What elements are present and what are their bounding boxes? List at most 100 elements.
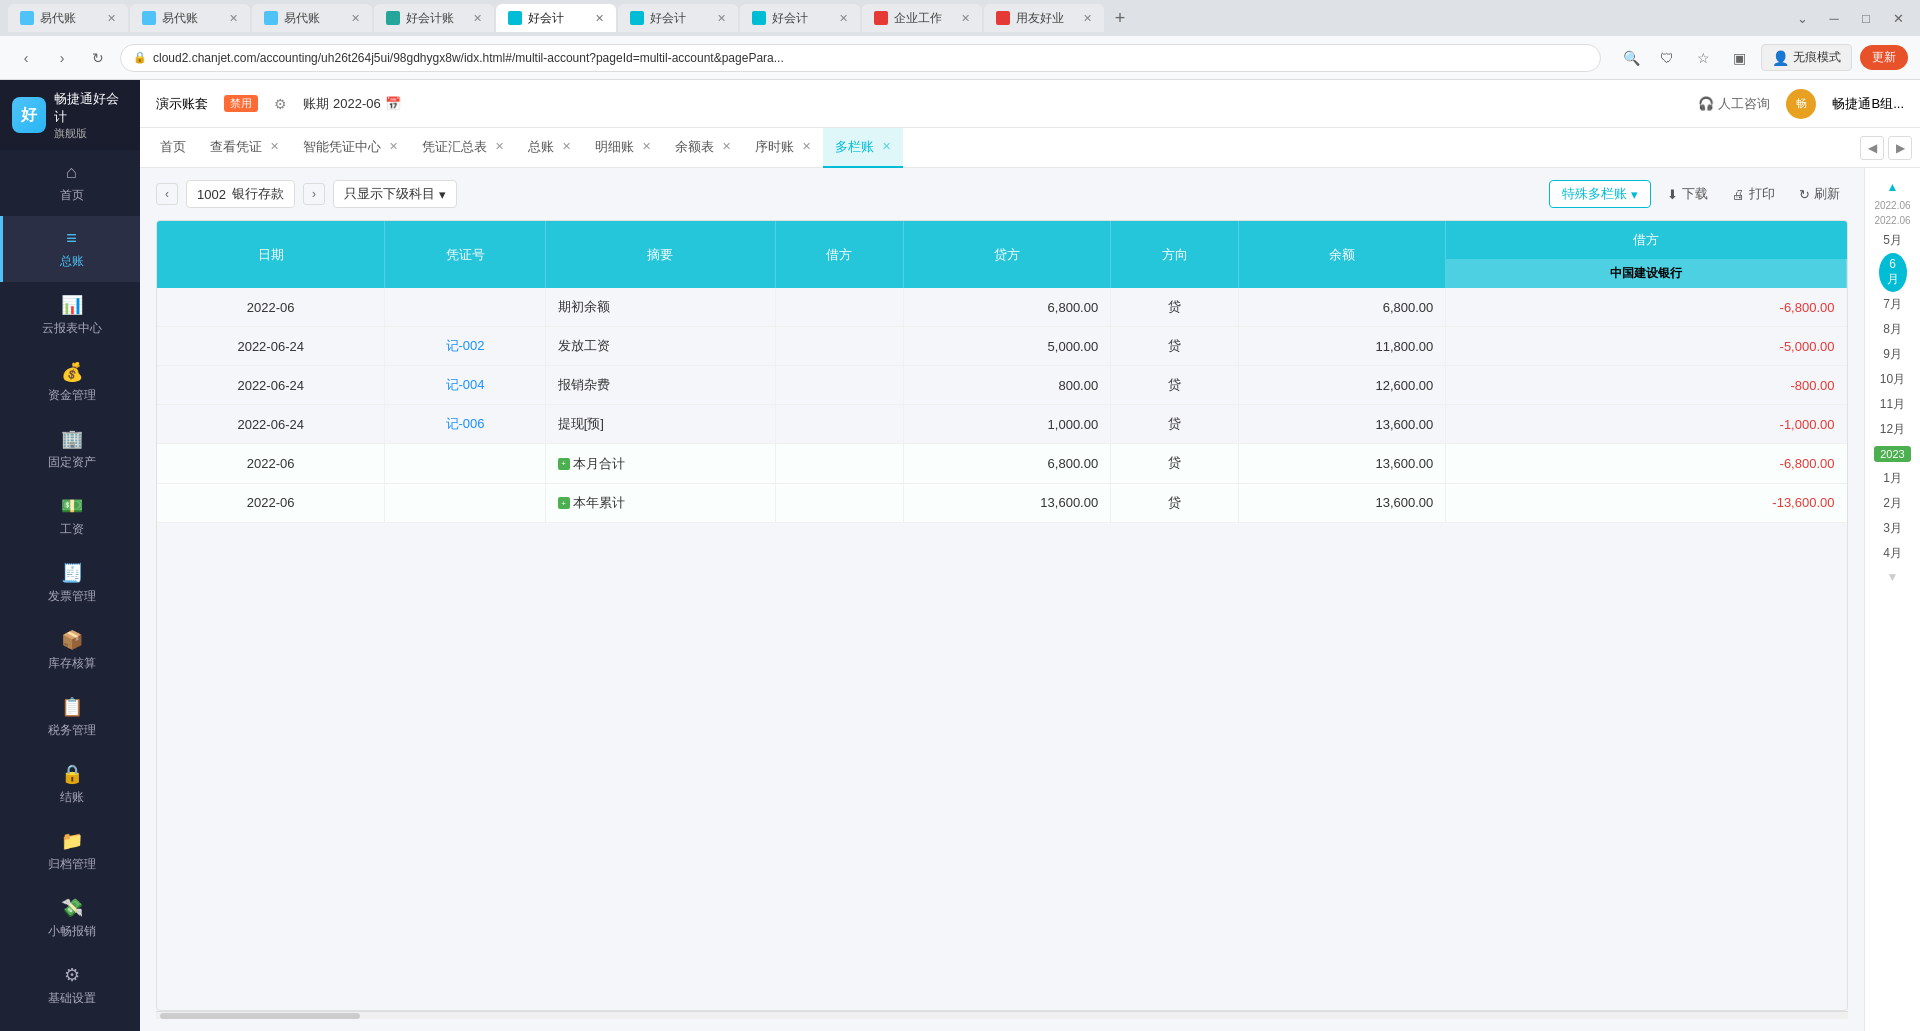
tab-close-3[interactable]: ✕	[351, 12, 360, 25]
consult-button[interactable]: 🎧 人工咨询	[1698, 95, 1770, 113]
tab-close-4[interactable]: ✕	[473, 12, 482, 25]
sidebar-item-salary[interactable]: 💵 工资	[0, 483, 140, 550]
tab-sequence-ledger[interactable]: 序时账 ✕	[743, 128, 823, 168]
timeline-month-8[interactable]: 8月	[1865, 317, 1920, 342]
tab-detail-ledger[interactable]: 明细账 ✕	[583, 128, 663, 168]
tab-general-ledger-close[interactable]: ✕	[562, 140, 571, 153]
sidebar-panel-icon[interactable]: ▣	[1725, 44, 1753, 72]
timeline-month-2023-4[interactable]: 4月	[1865, 541, 1920, 566]
sidebar-item-guide[interactable]: 🔰 新手引导	[0, 1019, 140, 1031]
tab-voucher-view[interactable]: 查看凭证 ✕	[198, 128, 291, 168]
tab-voucher-summary-close[interactable]: ✕	[495, 140, 504, 153]
browser-tab-9[interactable]: 用友好业 ✕	[984, 4, 1104, 32]
tab-balance-sheet-close[interactable]: ✕	[722, 140, 731, 153]
timeline-month-11[interactable]: 11月	[1865, 392, 1920, 417]
sidebar-item-ledger[interactable]: ≡ 总账	[0, 216, 140, 282]
account-settings-icon[interactable]: ⚙	[274, 96, 287, 112]
timeline-year-2022-top: 2022.06	[1874, 198, 1910, 213]
timeline-month-5[interactable]: 5月	[1865, 228, 1920, 253]
shield-icon[interactable]: 🛡	[1653, 44, 1681, 72]
tab-sequence-ledger-close[interactable]: ✕	[802, 140, 811, 153]
timeline-scroll-down[interactable]: ▼	[1883, 566, 1903, 588]
col-voucher: 凭证号	[385, 221, 545, 288]
refresh-button[interactable]: ↻ 刷新	[1791, 181, 1848, 207]
sidebar-item-archive[interactable]: 📁 归档管理	[0, 818, 140, 885]
browser-tab-4[interactable]: 好会计账 ✕	[374, 4, 494, 32]
voucher-link[interactable]: 记-002	[446, 338, 485, 353]
nav-next-button[interactable]: ›	[303, 183, 325, 205]
tab-smart-voucher[interactable]: 智能凭证中心 ✕	[291, 128, 410, 168]
update-button[interactable]: 更新	[1860, 45, 1908, 70]
timeline-month-2023-3[interactable]: 3月	[1865, 516, 1920, 541]
sidebar-item-close[interactable]: 🔒 结账	[0, 751, 140, 818]
star-icon[interactable]: ☆	[1689, 44, 1717, 72]
tab-close-8[interactable]: ✕	[961, 12, 970, 25]
download-button[interactable]: ⬇ 下载	[1659, 181, 1716, 207]
tab-voucher-view-close[interactable]: ✕	[270, 140, 279, 153]
sidebar-item-settings[interactable]: ⚙ 基础设置	[0, 952, 140, 1019]
search-icon[interactable]: 🔍	[1617, 44, 1645, 72]
tab-close-9[interactable]: ✕	[1083, 12, 1092, 25]
timeline-month-2023-2[interactable]: 2月	[1865, 491, 1920, 516]
timeline-month-12[interactable]: 12月	[1865, 417, 1920, 442]
back-button[interactable]: ‹	[12, 44, 40, 72]
tab-voucher-summary[interactable]: 凭证汇总表 ✕	[410, 128, 516, 168]
timeline-month-10[interactable]: 10月	[1865, 367, 1920, 392]
cell-direction: 贷	[1111, 444, 1239, 484]
sidebar-item-fund[interactable]: 💰 资金管理	[0, 349, 140, 416]
tab-close-1[interactable]: ✕	[107, 12, 116, 25]
url-bar[interactable]: 🔒 cloud2.chanjet.com/accounting/uh26t264…	[120, 44, 1601, 72]
tab-multi-ledger-close[interactable]: ✕	[882, 140, 891, 153]
calendar-icon[interactable]: 📅	[385, 96, 401, 111]
voucher-link[interactable]: 记-004	[446, 377, 485, 392]
browser-tab-5[interactable]: 好会计 ✕	[496, 4, 616, 32]
sidebar-item-asset[interactable]: 🏢 固定资产	[0, 416, 140, 483]
account-selector[interactable]: 1002 银行存款	[186, 180, 295, 208]
timeline-month-7[interactable]: 7月	[1865, 292, 1920, 317]
scrollbar-thumb[interactable]	[160, 1013, 360, 1019]
horizontal-scrollbar[interactable]	[156, 1011, 1848, 1019]
tab-detail-ledger-close[interactable]: ✕	[642, 140, 651, 153]
browser-tab-2[interactable]: 易代账 ✕	[130, 4, 250, 32]
tab-close-7[interactable]: ✕	[839, 12, 848, 25]
browser-tab-7[interactable]: 好会计 ✕	[740, 4, 860, 32]
timeline-month-9[interactable]: 9月	[1865, 342, 1920, 367]
new-tab-button[interactable]: +	[1106, 4, 1134, 32]
collapse-left-button[interactable]: ◀	[1860, 136, 1884, 160]
tab-close-2[interactable]: ✕	[229, 12, 238, 25]
browser-tab-1[interactable]: 易代账 ✕	[8, 4, 128, 32]
timeline-scroll-up[interactable]: ▲	[1883, 176, 1903, 198]
maximize-button[interactable]: □	[1852, 4, 1880, 32]
sidebar-item-inventory[interactable]: 📦 库存核算	[0, 617, 140, 684]
no-trace-button[interactable]: 👤 无痕模式	[1761, 44, 1852, 71]
tab-home[interactable]: 首页	[148, 128, 198, 168]
close-window-button[interactable]: ✕	[1884, 4, 1912, 32]
sidebar-item-report[interactable]: 📊 云报表中心	[0, 282, 140, 349]
sidebar-item-invoice[interactable]: 🧾 发票管理	[0, 550, 140, 617]
browser-tab-8[interactable]: 企业工作 ✕	[862, 4, 982, 32]
col-date: 日期	[157, 221, 385, 288]
browser-tab-3[interactable]: 易代账 ✕	[252, 4, 372, 32]
minimize-button[interactable]: ─	[1820, 4, 1848, 32]
nav-prev-button[interactable]: ‹	[156, 183, 178, 205]
tab-balance-sheet[interactable]: 余额表 ✕	[663, 128, 743, 168]
tab-close-6[interactable]: ✕	[717, 12, 726, 25]
tab-multi-ledger[interactable]: 多栏账 ✕	[823, 128, 903, 168]
timeline-month-2023-1[interactable]: 1月	[1865, 466, 1920, 491]
voucher-link[interactable]: 记-006	[446, 416, 485, 431]
filter-subcategory-button[interactable]: 只显示下级科目 ▾	[333, 180, 457, 208]
sidebar-item-expense[interactable]: 💸 小畅报销	[0, 885, 140, 952]
sidebar-item-tax[interactable]: 📋 税务管理	[0, 684, 140, 751]
timeline-month-6[interactable]: 6月	[1879, 253, 1907, 292]
special-multi-ledger-button[interactable]: 特殊多栏账 ▾	[1549, 180, 1651, 208]
tab-smart-voucher-close[interactable]: ✕	[389, 140, 398, 153]
tab-list-button[interactable]: ⌄	[1788, 4, 1816, 32]
forward-button[interactable]: ›	[48, 44, 76, 72]
browser-tab-6[interactable]: 好会计 ✕	[618, 4, 738, 32]
tab-close-5[interactable]: ✕	[595, 12, 604, 25]
collapse-right-button[interactable]: ▶	[1888, 136, 1912, 160]
reload-button[interactable]: ↻	[84, 44, 112, 72]
sidebar-item-home[interactable]: ⌂ 首页	[0, 150, 140, 216]
print-button[interactable]: 🖨 打印	[1724, 181, 1783, 207]
tab-general-ledger[interactable]: 总账 ✕	[516, 128, 583, 168]
